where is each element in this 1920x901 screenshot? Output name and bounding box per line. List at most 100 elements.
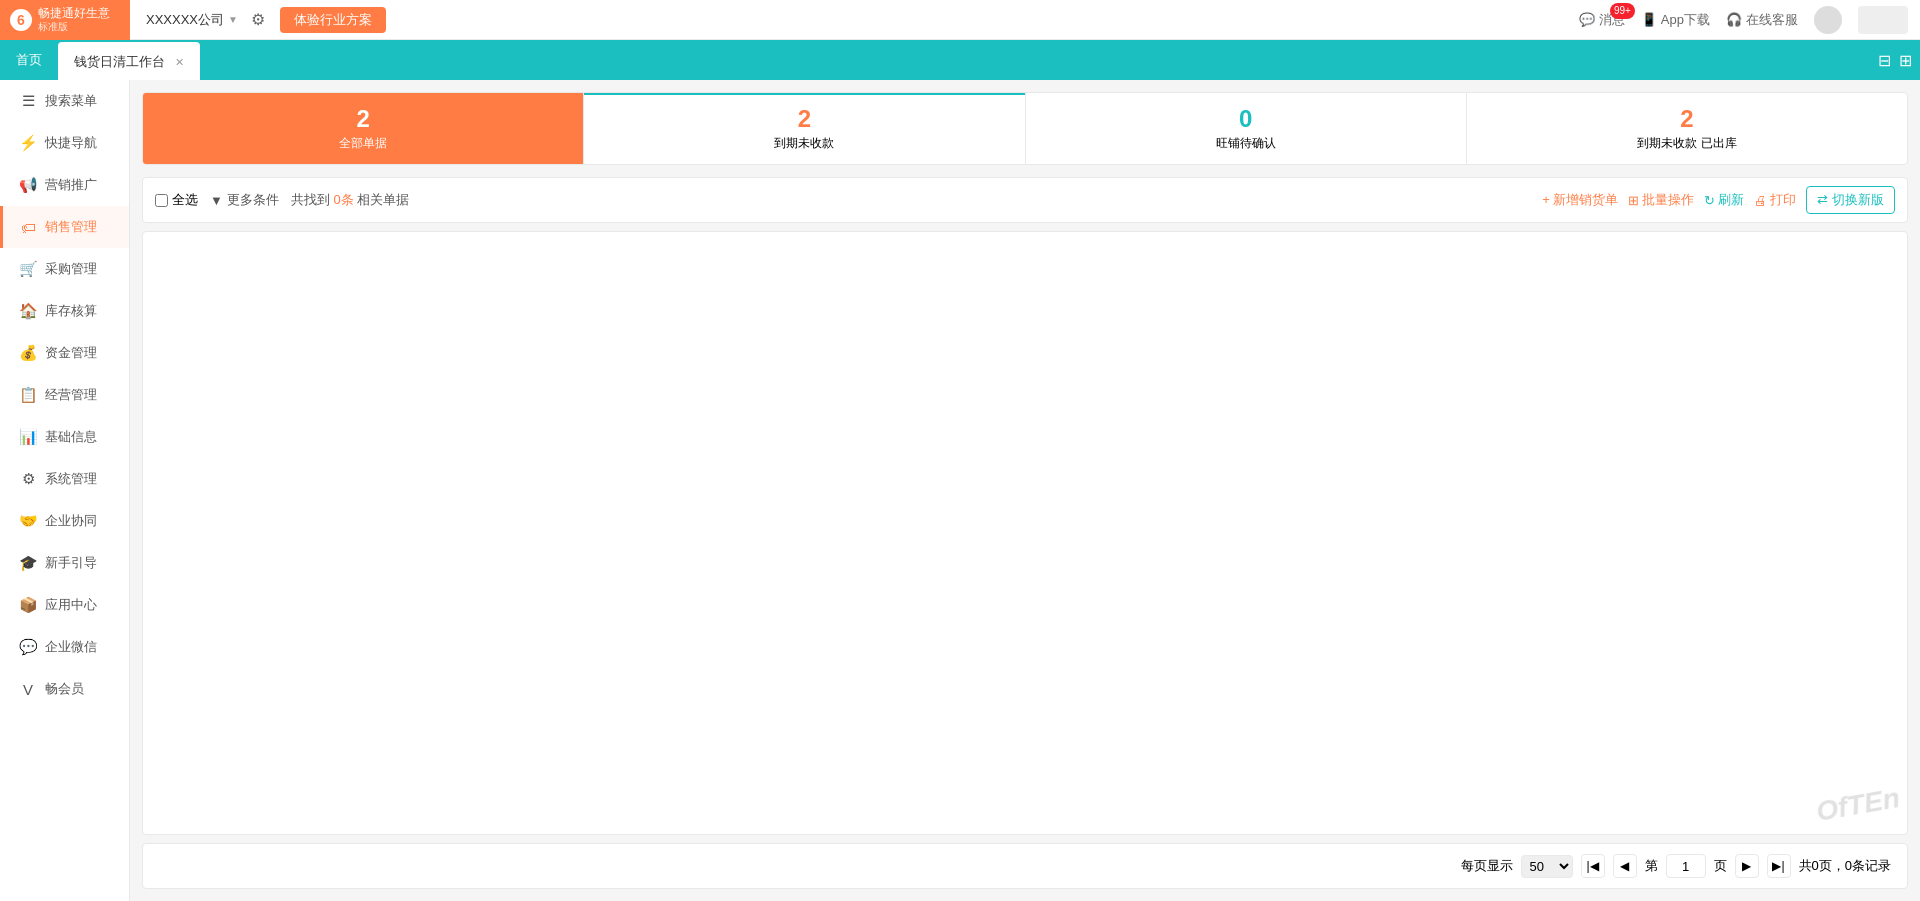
new-order-button[interactable]: + 新增销货单 bbox=[1542, 191, 1618, 209]
select-all-input[interactable] bbox=[155, 194, 168, 207]
total-info: 共0页，0条记录 bbox=[1799, 857, 1891, 875]
tab-home[interactable]: 首页 bbox=[0, 40, 58, 80]
username-display bbox=[1858, 6, 1908, 34]
summary-tab-wangpu[interactable]: 0 旺铺待确认 bbox=[1026, 93, 1467, 164]
logo-title: 畅捷通好生意 bbox=[38, 6, 110, 20]
sidebar-item-appstore[interactable]: 📦 应用中心 bbox=[0, 584, 129, 626]
sidebar-item-search[interactable]: ☰ 搜索菜单 bbox=[0, 80, 129, 122]
print-button[interactable]: 🖨 打印 bbox=[1754, 191, 1796, 209]
sidebar-label-system: 系统管理 bbox=[45, 470, 97, 488]
finance-icon: 💰 bbox=[19, 344, 37, 362]
sidebar-item-guide[interactable]: 🎓 新手引导 bbox=[0, 542, 129, 584]
summary-tab-all-label: 全部单据 bbox=[151, 135, 575, 152]
sidebar-item-wechat[interactable]: 💬 企业微信 bbox=[0, 626, 129, 668]
sidebar-label-basic-info: 基础信息 bbox=[45, 428, 97, 446]
tab-bar: 首页 钱货日清工作台 ✕ ⊟ ⊞ bbox=[0, 40, 1920, 80]
first-page-button[interactable]: |◀ bbox=[1581, 854, 1605, 878]
filter-icon: ▼ bbox=[210, 193, 223, 208]
header-right: 💬 消息 99+ 📱 App下载 🎧 在线客服 bbox=[1579, 6, 1908, 34]
headset-icon: 🎧 bbox=[1726, 12, 1742, 27]
logo-sub: 标准版 bbox=[38, 21, 110, 33]
pagination: 每页显示 50 100 200 |◀ ◀ 第 页 ▶ ▶| 共0页，0条记录 bbox=[142, 843, 1908, 889]
logo-text-block: 畅捷通好生意 标准版 bbox=[38, 6, 110, 32]
sidebar-item-operations[interactable]: 📋 经营管理 bbox=[0, 374, 129, 416]
company-selector[interactable]: XXXXXX公司 ▼ bbox=[146, 11, 238, 29]
online-service-label: 在线客服 bbox=[1746, 11, 1798, 29]
sidebar: ☰ 搜索菜单 ⚡ 快捷导航 📢 营销推广 🏷 销售管理 🛒 采购管理 🏠 库存核… bbox=[0, 80, 130, 901]
summary-tab-all[interactable]: 2 全部单据 bbox=[143, 93, 584, 164]
filter-button[interactable]: ▼ 更多条件 bbox=[210, 191, 279, 209]
switch-icon: ⇄ bbox=[1817, 192, 1828, 207]
operations-icon: 📋 bbox=[19, 386, 37, 404]
per-page-select[interactable]: 50 100 200 bbox=[1521, 855, 1573, 878]
switch-version-button[interactable]: ⇄ 切换新版 bbox=[1806, 186, 1895, 214]
found-prefix: 共找到 bbox=[291, 192, 330, 207]
member-icon: V bbox=[19, 681, 37, 698]
summary-tabs: 2 全部单据 2 到期未收款 0 旺铺待确认 2 到期未收款 已出库 bbox=[142, 92, 1908, 165]
logo-area: 6 畅捷通好生意 标准版 bbox=[0, 0, 130, 40]
found-count: 0条 bbox=[334, 192, 354, 207]
content-area: 2 全部单据 2 到期未收款 0 旺铺待确认 2 到期未收款 已出库 bbox=[130, 80, 1920, 901]
maximize-icon[interactable]: ⊞ bbox=[1899, 51, 1912, 70]
tab-home-label: 首页 bbox=[16, 51, 42, 69]
summary-tab-wangpu-number: 0 bbox=[1034, 105, 1458, 133]
sidebar-item-basic-info[interactable]: 📊 基础信息 bbox=[0, 416, 129, 458]
last-page-button[interactable]: ▶| bbox=[1767, 854, 1791, 878]
prev-page-button[interactable]: ◀ bbox=[1613, 854, 1637, 878]
sidebar-item-system[interactable]: ⚙ 系统管理 bbox=[0, 458, 129, 500]
sidebar-item-inventory[interactable]: 🏠 库存核算 bbox=[0, 290, 129, 332]
main-layout: ☰ 搜索菜单 ⚡ 快捷导航 📢 营销推广 🏷 销售管理 🛒 采购管理 🏠 库存核… bbox=[0, 80, 1920, 901]
batch-operation-button[interactable]: ⊞ 批量操作 bbox=[1628, 191, 1694, 209]
sidebar-label-appstore: 应用中心 bbox=[45, 596, 97, 614]
refresh-button[interactable]: ↻ 刷新 bbox=[1704, 191, 1744, 209]
inventory-icon: 🏠 bbox=[19, 302, 37, 320]
sidebar-label-quicknav: 快捷导航 bbox=[45, 134, 97, 152]
message-button[interactable]: 💬 消息 99+ bbox=[1579, 11, 1625, 29]
found-text: 共找到 0条 相关单据 bbox=[291, 191, 409, 209]
sidebar-label-sales: 销售管理 bbox=[45, 218, 97, 236]
sidebar-item-enterprise[interactable]: 🤝 企业协同 bbox=[0, 500, 129, 542]
summary-tab-overdue[interactable]: 2 到期未收款 bbox=[584, 93, 1025, 164]
top-header: 6 畅捷通好生意 标准版 XXXXXX公司 ▼ ⚙ 体验行业方案 💬 消息 99… bbox=[0, 0, 1920, 40]
print-label: 打印 bbox=[1770, 191, 1796, 209]
page-number-input[interactable] bbox=[1666, 854, 1706, 878]
tab-close-icon[interactable]: ✕ bbox=[175, 56, 184, 69]
next-page-button[interactable]: ▶ bbox=[1735, 854, 1759, 878]
app-download-button[interactable]: 📱 App下载 bbox=[1641, 11, 1710, 29]
summary-tab-overdue-label: 到期未收款 bbox=[592, 135, 1016, 152]
print-icon: 🖨 bbox=[1754, 193, 1767, 208]
tab-bar-right: ⊟ ⊞ bbox=[1878, 51, 1920, 70]
minimize-icon[interactable]: ⊟ bbox=[1878, 51, 1891, 70]
trial-button[interactable]: 体验行业方案 bbox=[280, 7, 386, 33]
summary-tab-outstock[interactable]: 2 到期未收款 已出库 bbox=[1467, 93, 1907, 164]
online-service-button[interactable]: 🎧 在线客服 bbox=[1726, 11, 1798, 29]
filter-label: 更多条件 bbox=[227, 191, 279, 209]
refresh-icon: ↻ bbox=[1704, 193, 1715, 208]
sidebar-item-marketing[interactable]: 📢 营销推广 bbox=[0, 164, 129, 206]
settings-icon[interactable]: ⚙ bbox=[246, 8, 270, 32]
quicknav-icon: ⚡ bbox=[19, 134, 37, 152]
sidebar-item-finance[interactable]: 💰 资金管理 bbox=[0, 332, 129, 374]
sales-icon: 🏷 bbox=[19, 219, 37, 236]
system-icon: ⚙ bbox=[19, 470, 37, 488]
summary-tab-outstock-number: 2 bbox=[1475, 105, 1899, 133]
tab-workbench[interactable]: 钱货日清工作台 ✕ bbox=[58, 42, 200, 82]
sidebar-label-operations: 经营管理 bbox=[45, 386, 97, 404]
purchase-icon: 🛒 bbox=[19, 260, 37, 278]
sidebar-item-sales[interactable]: 🏷 销售管理 bbox=[0, 206, 129, 248]
guide-icon: 🎓 bbox=[19, 554, 37, 572]
message-badge: 99+ bbox=[1610, 3, 1635, 19]
sidebar-label-enterprise: 企业协同 bbox=[45, 512, 97, 530]
sidebar-item-member[interactable]: V 畅会员 bbox=[0, 668, 129, 710]
basic-info-icon: 📊 bbox=[19, 428, 37, 446]
refresh-label: 刷新 bbox=[1718, 191, 1744, 209]
message-icon: 💬 bbox=[1579, 12, 1595, 27]
found-suffix: 相关单据 bbox=[357, 192, 409, 207]
select-all-checkbox[interactable]: 全选 bbox=[155, 191, 198, 209]
avatar[interactable] bbox=[1814, 6, 1842, 34]
sidebar-item-quicknav[interactable]: ⚡ 快捷导航 bbox=[0, 122, 129, 164]
summary-tab-all-number: 2 bbox=[151, 105, 575, 133]
wechat-icon: 💬 bbox=[19, 638, 37, 656]
summary-tab-wangpu-label: 旺铺待确认 bbox=[1034, 135, 1458, 152]
sidebar-item-purchase[interactable]: 🛒 采购管理 bbox=[0, 248, 129, 290]
